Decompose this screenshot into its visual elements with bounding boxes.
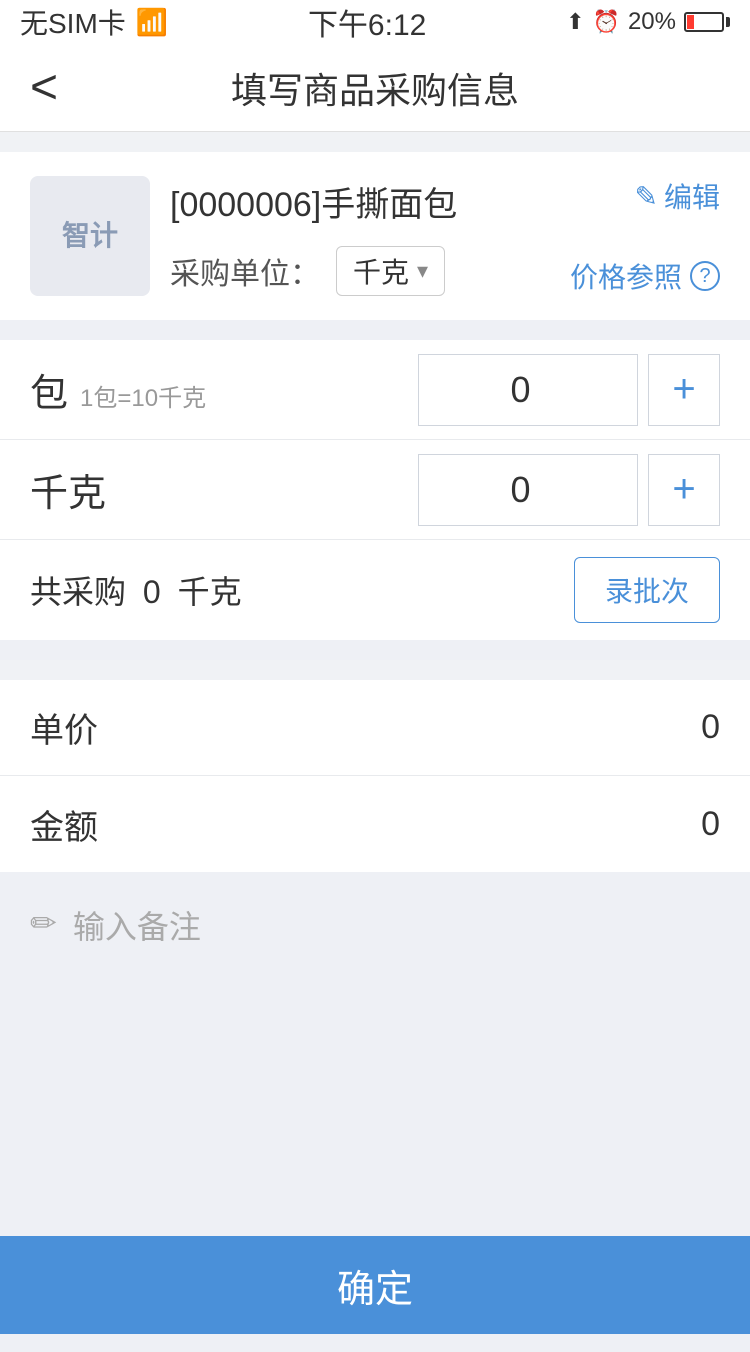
edit-button[interactable]: ✎ 编辑	[635, 176, 720, 216]
quantity-input-kg[interactable]	[418, 454, 638, 526]
unit-price-value: 0	[701, 708, 720, 747]
amount-row: 金额 0	[0, 776, 750, 872]
carrier-text: 无SIM卡	[20, 2, 126, 42]
section-divider-2	[0, 640, 750, 660]
price-ref-icon: ?	[690, 261, 720, 291]
quantity-plus-kg[interactable]: +	[648, 454, 720, 526]
quantity-input-bao[interactable]	[418, 354, 638, 426]
unit-select[interactable]: 千克 ▾	[336, 246, 445, 296]
quantity-label-main-kg: 千克	[30, 462, 106, 517]
product-code: [0000006]	[170, 186, 321, 224]
quantity-label-group-bao: 包 1包=10千克	[30, 362, 418, 417]
chevron-down-icon: ▾	[417, 258, 428, 284]
info-section: 单价 0 金额 0	[0, 680, 750, 872]
quantity-plus-bao[interactable]: +	[648, 354, 720, 426]
battery-icon	[684, 12, 730, 32]
status-left: 无SIM卡 📶	[20, 2, 168, 42]
location-icon: ⬆	[566, 9, 584, 35]
product-title: 手撕面包	[321, 186, 457, 224]
status-bar: 无SIM卡 📶 下午6:12 ⬆ ⏰ 20%	[0, 0, 750, 44]
confirm-btn-wrap: 确定	[0, 1236, 750, 1334]
total-prefix: 共采购	[30, 574, 126, 610]
unit-price-row: 单价 0	[0, 680, 750, 776]
alarm-icon: ⏰	[593, 9, 620, 35]
batch-button[interactable]: 录批次	[574, 557, 720, 623]
quantity-section: 包 1包=10千克 + 千克 + 共采购 0 千克 录批次	[0, 340, 750, 640]
status-time: 下午6:12	[308, 0, 426, 44]
product-card: 智计 [0000006]手撕面包 采购单位： 千克 ▾ ✎ 编辑 价格参照 ?	[0, 152, 750, 320]
question-icon: ?	[699, 265, 710, 288]
unit-value: 千克	[353, 251, 409, 291]
quantity-label-sub-bao: 1包=10千克	[80, 378, 206, 413]
price-ref-button[interactable]: 价格参照 ?	[570, 256, 720, 296]
amount-value: 0	[701, 805, 720, 844]
status-right: ⬆ ⏰ 20%	[566, 8, 730, 36]
unit-label: 采购单位：	[170, 249, 320, 293]
quantity-row-bao: 包 1包=10千克 +	[0, 340, 750, 440]
quantity-label-main-bao: 包	[30, 362, 68, 417]
remark-placeholder: 输入备注	[73, 902, 201, 948]
back-arrow-icon: <	[30, 61, 58, 114]
price-ref-label: 价格参照	[570, 256, 682, 296]
quantity-input-wrap-kg: +	[418, 454, 720, 526]
wifi-icon: 📶	[136, 7, 168, 38]
confirm-button[interactable]: 确定	[337, 1258, 413, 1313]
pencil-icon: ✏	[30, 904, 57, 942]
back-button[interactable]: <	[30, 54, 78, 122]
nav-bar: < 填写商品采购信息	[0, 44, 750, 132]
remark-section[interactable]: ✏ 输入备注	[0, 872, 750, 1052]
total-text: 共采购 0 千克	[30, 567, 242, 613]
edit-icon: ✎	[635, 180, 658, 213]
page-title: 填写商品采购信息	[231, 62, 519, 114]
battery-percent: 20%	[628, 8, 676, 36]
total-row: 共采购 0 千克 录批次	[0, 540, 750, 640]
total-unit: 千克	[178, 574, 242, 610]
quantity-label-group-kg: 千克	[30, 462, 418, 517]
amount-label: 金额	[30, 800, 98, 849]
edit-label: 编辑	[664, 176, 720, 216]
product-image-placeholder: 智计	[62, 218, 118, 254]
quantity-row-kg: 千克 +	[0, 440, 750, 540]
section-divider-1	[0, 320, 750, 340]
unit-price-label: 单价	[30, 703, 98, 752]
product-image: 智计	[30, 176, 150, 296]
quantity-input-wrap-bao: +	[418, 354, 720, 426]
total-value: 0	[143, 574, 161, 610]
